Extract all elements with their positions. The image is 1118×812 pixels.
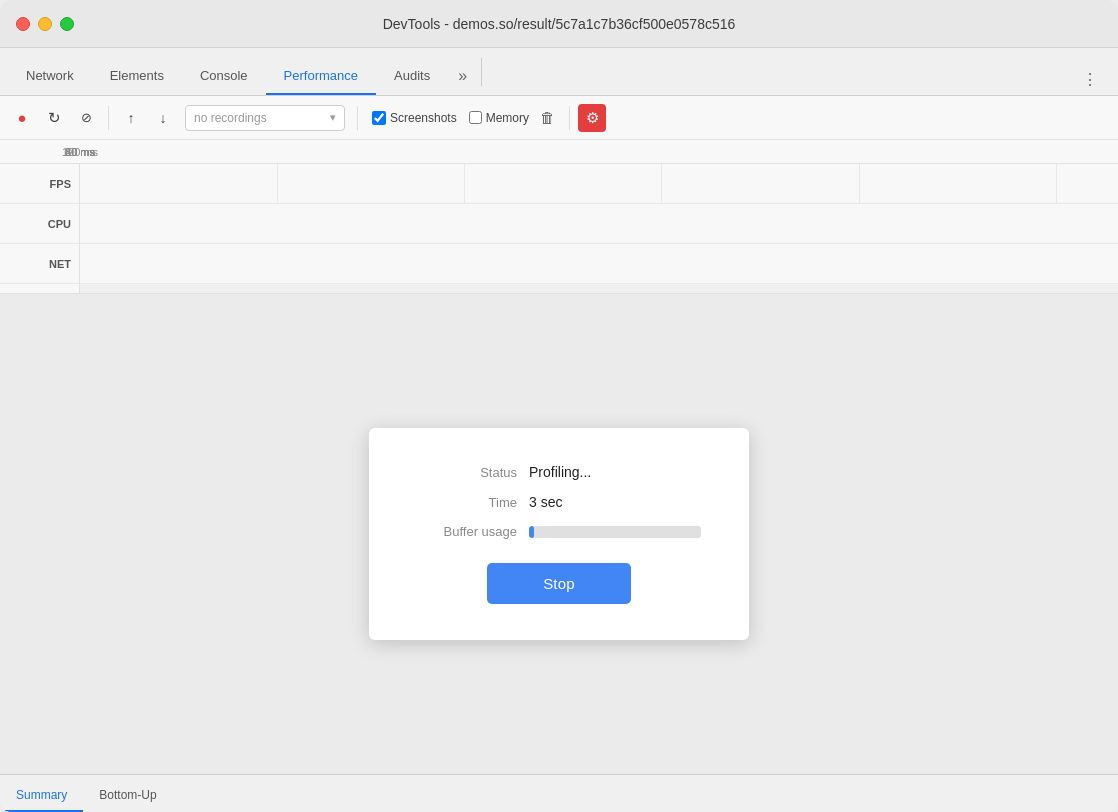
bottom-tab-bottom-up[interactable]: Bottom-Up — [83, 780, 172, 812]
track-label-cpu: CPU — [0, 204, 79, 244]
screenshots-checkbox-label[interactable]: Screenshots — [372, 111, 457, 125]
screenshots-section: Screenshots — [372, 111, 457, 125]
track-label-net: NET — [0, 244, 79, 284]
time-value: 3 sec — [529, 494, 562, 510]
app-window: DevTools - demos.so/result/5c7a1c7b36cf5… — [0, 0, 1118, 812]
buffer-row: Buffer usage — [417, 524, 701, 539]
bottom-tab-summary[interactable]: Summary — [0, 780, 83, 812]
toolbar-separator-3 — [569, 106, 570, 130]
tab-console[interactable]: Console — [182, 57, 266, 95]
profiling-dialog: Status Profiling... Time 3 sec Buffer us… — [369, 428, 749, 640]
timeline-tracks: FPS CPU NET — [0, 164, 1118, 294]
memory-label: Memory — [486, 111, 529, 125]
tracks-area — [80, 164, 1118, 293]
buffer-bar-fill — [529, 526, 534, 538]
toolbar: ● ↻ ⊘ ↑ ↓ no recordings ▾ Screenshots Me… — [0, 96, 1118, 140]
clear-button[interactable]: ⊘ — [72, 104, 100, 132]
tab-performance[interactable]: Performance — [266, 57, 376, 95]
buffer-bar — [529, 526, 701, 538]
tab-bar: Network Elements Console Performance Aud… — [0, 48, 1118, 96]
toolbar-separator-2 — [357, 106, 358, 130]
download-button[interactable]: ↓ — [149, 104, 177, 132]
track-cpu — [80, 204, 1118, 244]
grid-line-1 — [277, 164, 278, 203]
tab-separator — [481, 58, 482, 86]
upload-button[interactable]: ↑ — [117, 104, 145, 132]
window-title: DevTools - demos.so/result/5c7a1c7b36cf5… — [383, 16, 736, 32]
title-bar: DevTools - demos.so/result/5c7a1c7b36cf5… — [0, 0, 1118, 48]
ruler-mark-100ms: 100 ms — [62, 146, 98, 158]
memory-checkbox[interactable] — [469, 111, 482, 124]
grid-line-2 — [464, 164, 465, 203]
devtools-menu-button[interactable]: ⋮ — [1074, 63, 1106, 95]
timeline-ruler: 20 ms 40 ms 60 ms 80 ms 100 ms — [0, 140, 1118, 164]
tab-more[interactable]: » — [448, 57, 477, 95]
tab-bar-right: ⋮ — [1074, 63, 1118, 95]
status-value: Profiling... — [529, 464, 591, 480]
stop-button[interactable]: Stop — [487, 563, 631, 604]
recordings-placeholder: no recordings — [194, 111, 267, 125]
dropdown-arrow-icon: ▾ — [330, 111, 336, 124]
memory-section: Memory — [469, 111, 529, 125]
grid-line-4 — [859, 164, 860, 203]
delete-button[interactable]: 🗑 — [533, 104, 561, 132]
track-label-fps: FPS — [0, 164, 79, 204]
grid-line-5 — [1056, 164, 1057, 203]
grid-line-3 — [661, 164, 662, 203]
screenshots-checkbox[interactable] — [372, 111, 386, 125]
settings-button[interactable]: ⚙ — [578, 104, 606, 132]
track-net — [80, 244, 1118, 284]
status-row: Status Profiling... — [417, 464, 701, 480]
time-label: Time — [417, 495, 517, 510]
status-label: Status — [417, 465, 517, 480]
main-area: Status Profiling... Time 3 sec Buffer us… — [0, 294, 1118, 774]
content-area: Status Profiling... Time 3 sec Buffer us… — [0, 294, 1118, 812]
track-labels: FPS CPU NET — [0, 164, 80, 293]
tab-network[interactable]: Network — [8, 57, 92, 95]
tab-audits[interactable]: Audits — [376, 57, 448, 95]
maximize-button[interactable] — [60, 17, 74, 31]
profiling-dialog-overlay: Status Profiling... Time 3 sec Buffer us… — [0, 294, 1118, 774]
traffic-lights — [16, 17, 74, 31]
screenshots-label: Screenshots — [390, 111, 457, 125]
toolbar-separator-1 — [108, 106, 109, 130]
dialog-rows: Status Profiling... Time 3 sec Buffer us… — [417, 464, 701, 539]
reload-button[interactable]: ↻ — [40, 104, 68, 132]
close-button[interactable] — [16, 17, 30, 31]
bottom-tabs: Summary Bottom-Up — [0, 774, 1118, 812]
buffer-label: Buffer usage — [417, 524, 517, 539]
time-row: Time 3 sec — [417, 494, 701, 510]
record-button[interactable]: ● — [8, 104, 36, 132]
minimize-button[interactable] — [38, 17, 52, 31]
tab-elements[interactable]: Elements — [92, 57, 182, 95]
track-fps — [80, 164, 1118, 204]
recordings-dropdown[interactable]: no recordings ▾ — [185, 105, 345, 131]
